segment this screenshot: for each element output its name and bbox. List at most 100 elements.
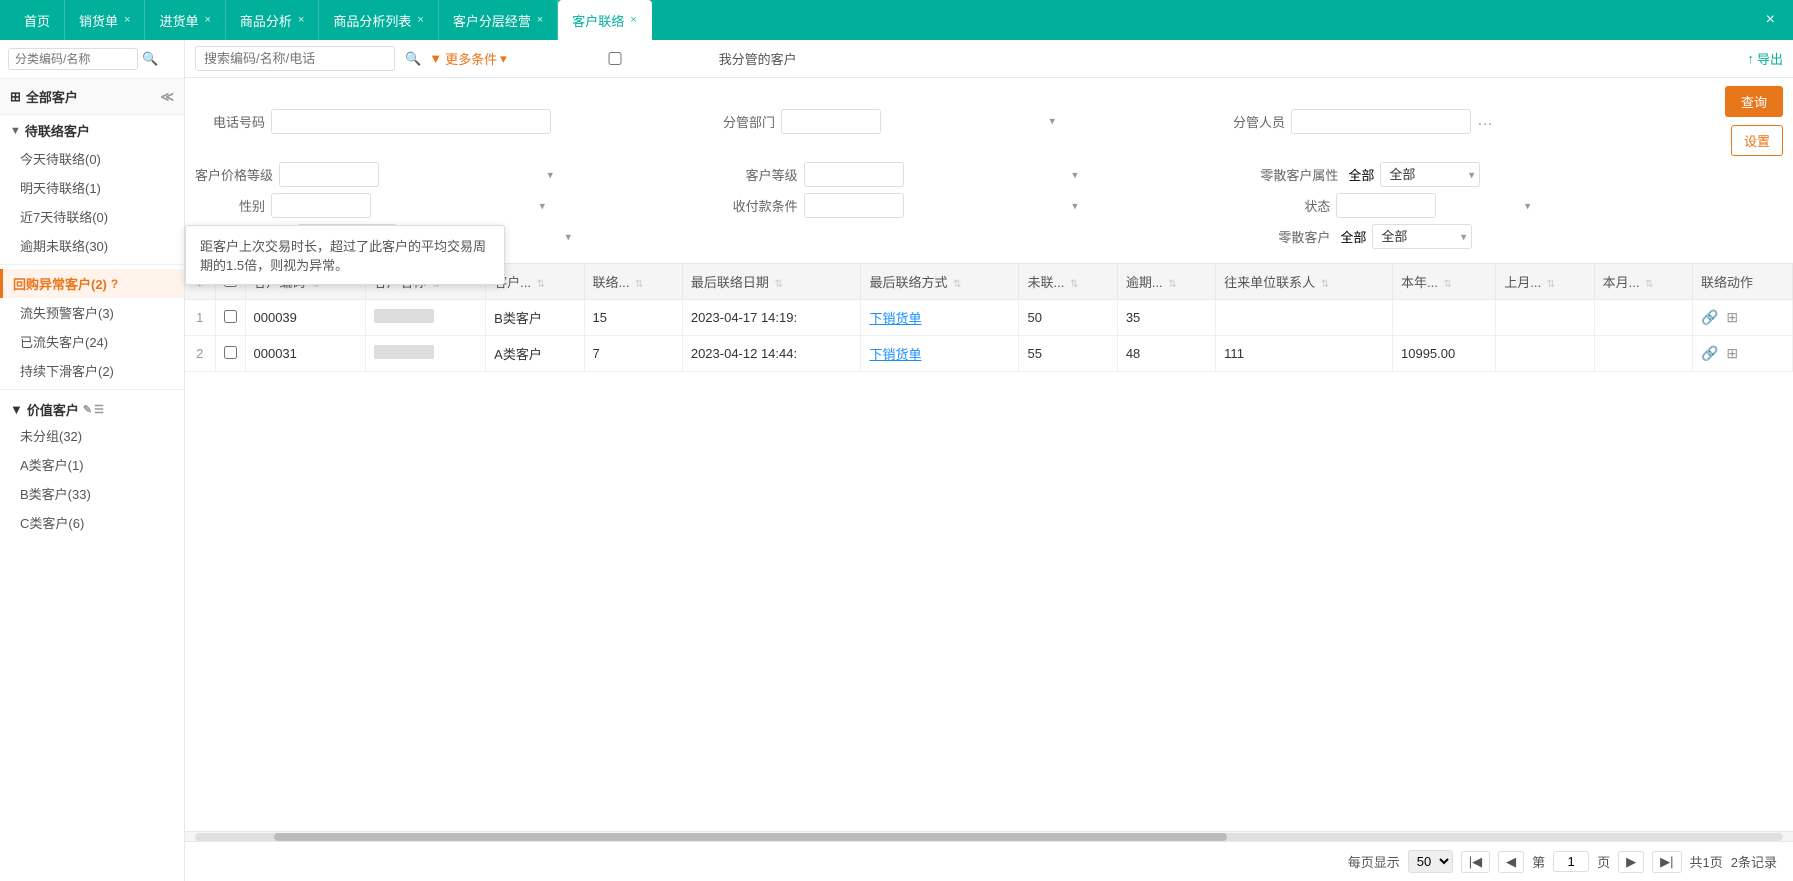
price-level-select[interactable] bbox=[279, 162, 379, 187]
value-group-title[interactable]: ▼ 价值客户 ✎ ☰ bbox=[0, 394, 184, 421]
col-year-amount[interactable]: 本年... ⇅ bbox=[1393, 264, 1496, 300]
my-customers-checkbox-area[interactable]: 我分管的客户 bbox=[515, 49, 797, 68]
value-group-view-icon[interactable]: ☰ bbox=[94, 403, 104, 416]
row1-link-icon[interactable]: 🔗 bbox=[1701, 309, 1718, 326]
sidebar-item-declining[interactable]: 持续下滑客户(2) bbox=[0, 356, 184, 385]
sidebar-item-today[interactable]: 今天待联络(0) bbox=[0, 144, 184, 173]
col-uncontact[interactable]: 未联... ⇅ bbox=[1019, 264, 1117, 300]
phone-input[interactable] bbox=[271, 109, 551, 134]
table-scrollbar-thumb[interactable] bbox=[274, 833, 1227, 841]
all-customers-title[interactable]: ⊞ 全部客户 ≪ bbox=[0, 79, 184, 115]
row1-last-method[interactable]: 下销货单 bbox=[861, 300, 1019, 336]
nav-tab-purchase[interactable]: 进货单 × bbox=[145, 0, 225, 40]
row2-last-method[interactable]: 下销货单 bbox=[861, 336, 1019, 372]
nav-tab-sales[interactable]: 销货单 × bbox=[65, 0, 145, 40]
col-last-method[interactable]: 最后联络方式 ⇅ bbox=[861, 264, 1019, 300]
row1-checkbox[interactable] bbox=[224, 310, 237, 323]
col-contact-count[interactable]: 联络... ⇅ bbox=[584, 264, 682, 300]
prev-page-button[interactable]: ◀ bbox=[1498, 851, 1524, 873]
nav-tab-analysis-list-close[interactable]: × bbox=[417, 14, 423, 26]
more-conditions-button[interactable]: ▼ 更多条件 ▾ bbox=[429, 49, 506, 68]
gender-select[interactable] bbox=[271, 193, 371, 218]
sidebar: 🔍 ⊞ 全部客户 ≪ ▼ 待联络客户 今天待联络(0) 明天待联络(1) 近7天… bbox=[0, 40, 185, 881]
col-contact-person[interactable]: 往来单位联系人 ⇅ bbox=[1216, 264, 1393, 300]
nav-tab-analysis-list[interactable]: 商品分析列表 × bbox=[319, 0, 438, 40]
nav-tab-analysis-close[interactable]: × bbox=[298, 14, 304, 26]
sidebar-item-class-b[interactable]: B类客户(33) bbox=[0, 479, 184, 508]
table-scrollbar-track[interactable] bbox=[195, 833, 1783, 841]
sidebar-item-7days-label: 近7天待联络(0) bbox=[20, 210, 108, 225]
row2-link-icon[interactable]: 🔗 bbox=[1701, 345, 1718, 362]
sidebar-item-anomaly[interactable]: 回购异常客户(2) ? bbox=[0, 269, 184, 298]
retail-customer-select[interactable]: 全部 bbox=[1372, 224, 1472, 249]
col-last-month[interactable]: 上月... ⇅ bbox=[1496, 264, 1594, 300]
sidebar-item-overdue-label: 逾期未联络(30) bbox=[20, 239, 108, 254]
nav-tab-sales-close[interactable]: × bbox=[124, 14, 130, 26]
row1-year-amount bbox=[1393, 300, 1496, 336]
row1-checkbox-cell[interactable] bbox=[215, 300, 245, 336]
nav-tab-purchase-close[interactable]: × bbox=[204, 14, 210, 26]
sidebar-search-icon[interactable]: 🔍 bbox=[142, 51, 158, 67]
sidebar-item-ungrouped[interactable]: 未分组(32) bbox=[0, 421, 184, 450]
col-this-month[interactable]: 本月... ⇅ bbox=[1594, 264, 1692, 300]
sidebar-item-lost[interactable]: 已流失客户(24) bbox=[0, 327, 184, 356]
tooltip-text: 距客户上次交易时长，超过了此客户的平均交易周期的1.5倍，则视为异常。 bbox=[200, 239, 486, 273]
col-overdue[interactable]: 逾期... ⇅ bbox=[1117, 264, 1215, 300]
value-group-edit-icon[interactable]: ✎ bbox=[83, 403, 92, 416]
nav-tab-customer-tier[interactable]: 客户分层经营 × bbox=[439, 0, 558, 40]
branch-person-dots[interactable]: … bbox=[1477, 112, 1493, 130]
retail-attr-field: 零散客户属性 全部 全部 bbox=[1260, 162, 1783, 187]
sidebar-item-tomorrow[interactable]: 明天待联络(1) bbox=[0, 173, 184, 202]
collapse-icon[interactable]: ≪ bbox=[160, 89, 174, 105]
next-page-button[interactable]: ▶ bbox=[1618, 851, 1644, 873]
nav-tab-home[interactable]: 首页 bbox=[10, 0, 65, 40]
window-close-button[interactable]: × bbox=[1758, 11, 1783, 29]
row2-grid-icon[interactable]: ⊞ bbox=[1726, 345, 1738, 362]
query-button[interactable]: 查询 bbox=[1725, 86, 1783, 117]
row2-checkbox[interactable] bbox=[224, 346, 237, 359]
payment-select[interactable] bbox=[804, 193, 904, 218]
table-scrollbar-area[interactable] bbox=[185, 831, 1793, 841]
nav-tab-customer-contact-close[interactable]: × bbox=[630, 14, 636, 26]
row2-name[interactable] bbox=[365, 336, 485, 372]
setting-button[interactable]: 设置 bbox=[1731, 125, 1783, 156]
sidebar-item-overdue[interactable]: 逾期未联络(30) bbox=[0, 231, 184, 260]
row2-last-method-link[interactable]: 下销货单 bbox=[869, 347, 921, 362]
col-action-label: 联络动作 bbox=[1701, 275, 1753, 290]
nav-tab-customer-tier-close[interactable]: × bbox=[537, 14, 543, 26]
per-page-select[interactable]: 50 bbox=[1408, 850, 1453, 873]
my-customers-checkbox[interactable] bbox=[515, 52, 715, 65]
row1-grid-icon[interactable]: ⊞ bbox=[1726, 309, 1738, 326]
pending-group-title[interactable]: ▼ 待联络客户 bbox=[0, 115, 184, 144]
search-button[interactable]: 🔍 bbox=[405, 51, 421, 67]
sidebar-item-class-c[interactable]: C类客户(6) bbox=[0, 508, 184, 537]
col-contact-person-sort: ⇅ bbox=[1321, 279, 1329, 290]
anomaly-help-icon[interactable]: ? bbox=[111, 277, 118, 291]
nav-tab-customer-contact[interactable]: 客户联络 × bbox=[558, 0, 651, 40]
export-button[interactable]: ↑ 导出 bbox=[1747, 49, 1783, 68]
status-select[interactable] bbox=[1336, 193, 1436, 218]
nav-tab-purchase-label: 进货单 bbox=[159, 11, 198, 30]
nav-tab-analysis[interactable]: 商品分析 × bbox=[226, 0, 319, 40]
sidebar-search-input[interactable] bbox=[8, 48, 138, 70]
row1-name[interactable] bbox=[365, 300, 485, 336]
sidebar-item-class-a[interactable]: A类客户(1) bbox=[0, 450, 184, 479]
sidebar-item-loss-warn[interactable]: 流失预警客户(3) bbox=[0, 298, 184, 327]
first-page-button[interactable]: |◀ bbox=[1461, 851, 1490, 873]
col-last-date[interactable]: 最后联络日期 ⇅ bbox=[682, 264, 861, 300]
row2-this-month bbox=[1594, 336, 1692, 372]
last-page-button[interactable]: ▶| bbox=[1652, 851, 1681, 873]
page-input[interactable] bbox=[1553, 851, 1589, 872]
branch-person-input[interactable] bbox=[1291, 109, 1471, 134]
search-input[interactable] bbox=[195, 46, 395, 71]
gender-field: 性别 bbox=[195, 193, 718, 218]
branch-dept-select[interactable] bbox=[781, 109, 881, 134]
row2-type: A类客户 bbox=[486, 336, 584, 372]
col-year-amount-sort: ⇅ bbox=[1443, 279, 1451, 290]
row1-last-method-link[interactable]: 下销货单 bbox=[869, 311, 921, 326]
row2-checkbox-cell[interactable] bbox=[215, 336, 245, 372]
customer-grade-select[interactable] bbox=[804, 162, 904, 187]
pagination: 每页显示 50 |◀ ◀ 第 页 ▶ ▶| 共1页 2条记录 bbox=[185, 841, 1793, 881]
retail-attr-select[interactable]: 全部 bbox=[1380, 162, 1480, 187]
sidebar-item-7days[interactable]: 近7天待联络(0) bbox=[0, 202, 184, 231]
